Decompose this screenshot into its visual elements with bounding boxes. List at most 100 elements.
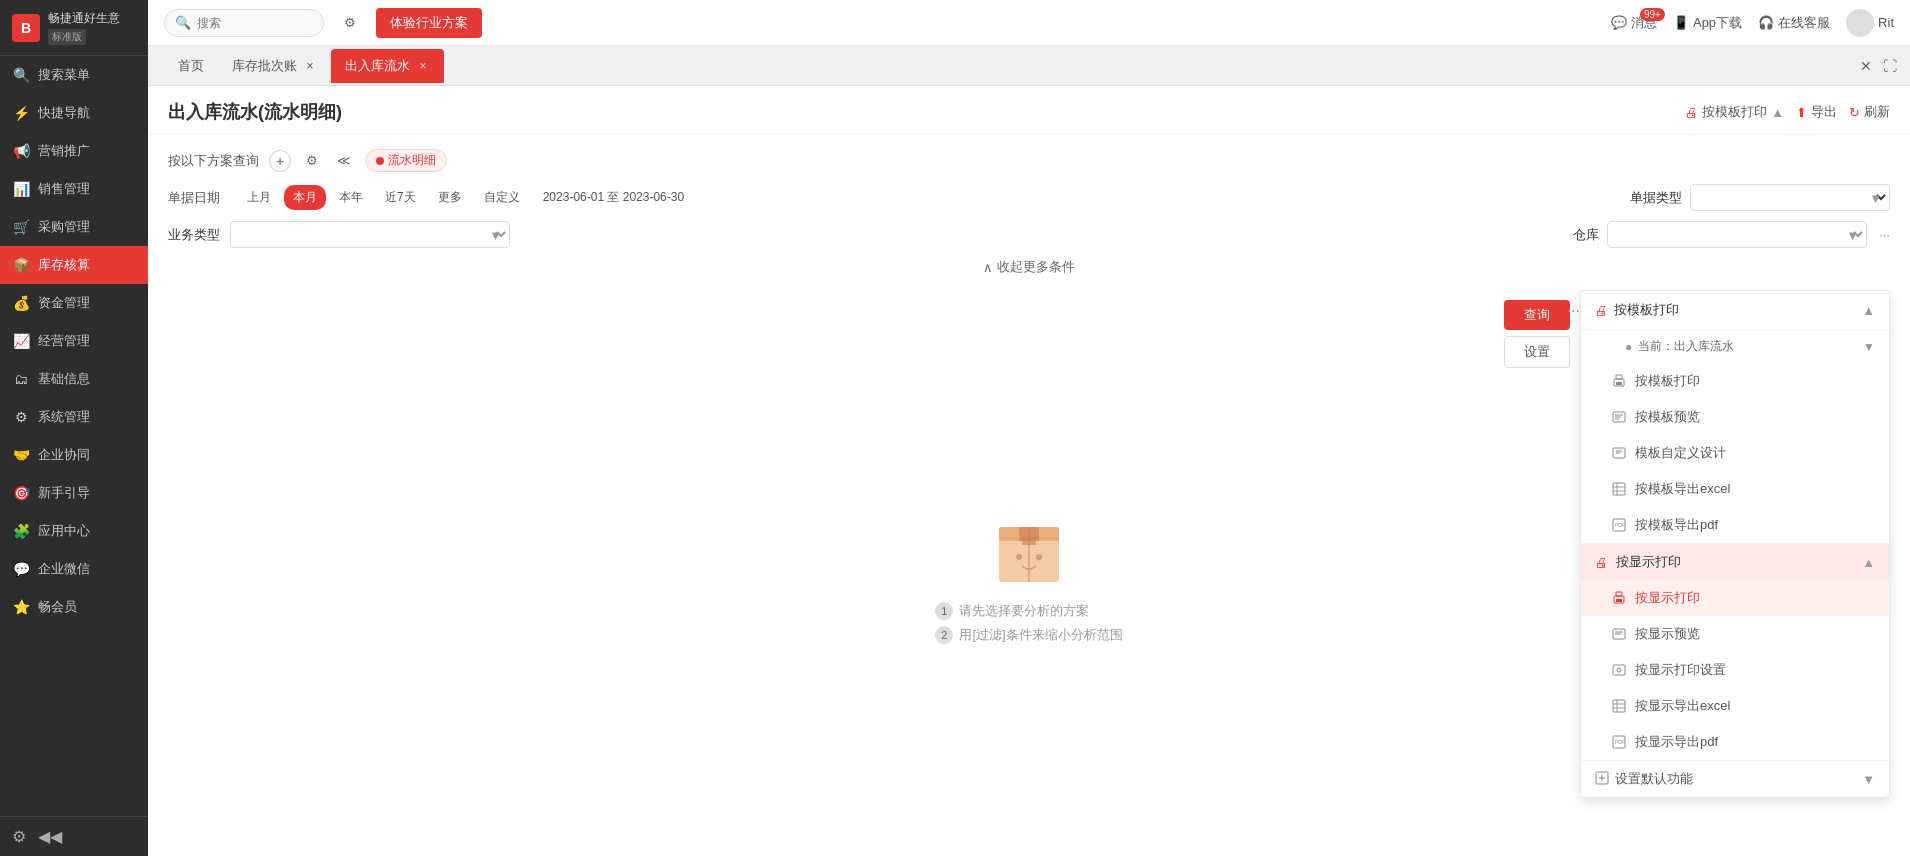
export-button[interactable]: ⬆ 导出: [1796, 103, 1837, 121]
last-7-days-button[interactable]: 近7天: [376, 185, 425, 210]
template-print-label: 按模板打印: [1702, 103, 1767, 121]
message-count: 99+: [1640, 8, 1665, 21]
this-year-button[interactable]: 本年: [330, 185, 372, 210]
online-service-link[interactable]: 🎧 在线客服: [1758, 14, 1830, 32]
tab-flow[interactable]: 出入库流水 ×: [331, 49, 444, 83]
display-excel-item[interactable]: 按显示导出excel: [1581, 688, 1889, 724]
sidebar-item-system[interactable]: ⚙ 系统管理: [0, 398, 148, 436]
tab-home[interactable]: 首页: [164, 49, 218, 83]
settings-icon[interactable]: ⚙: [12, 827, 26, 846]
sidebar-item-vip[interactable]: ⭐ 畅会员: [0, 588, 148, 626]
display-print-header-content: 🖨 按显示打印: [1595, 553, 1681, 571]
query-button[interactable]: 查询: [1504, 300, 1570, 330]
sidebar: B 畅捷通好生意 标准版 🔍 搜索菜单 ⚡ 快捷导航 📢 营销推广 📊 销售管理…: [0, 0, 148, 856]
search-box[interactable]: 🔍: [164, 9, 324, 37]
solution-button[interactable]: 体验行业方案: [376, 8, 482, 38]
app-download-icon: 📱: [1673, 15, 1689, 30]
display-print-item[interactable]: 按显示打印: [1581, 580, 1889, 616]
warehouse-select[interactable]: [1607, 221, 1867, 248]
sidebar-item-sales[interactable]: 📊 销售管理: [0, 170, 148, 208]
expand-window-button[interactable]: ⛶: [1882, 58, 1898, 74]
warehouse-area: 仓库 ▼ ···: [1573, 221, 1890, 248]
filter-add-button[interactable]: +: [269, 150, 291, 172]
close-icon[interactable]: ×: [416, 59, 430, 73]
display-pdf-label: 按显示导出pdf: [1635, 733, 1718, 751]
collapse-icon[interactable]: ◀◀: [38, 827, 62, 846]
this-month-button[interactable]: 本月: [284, 185, 326, 210]
sidebar-item-inventory[interactable]: 📦 库存核算: [0, 246, 148, 284]
display-print-settings-item[interactable]: 按显示打印设置: [1581, 652, 1889, 688]
sidebar-item-marketing[interactable]: 📢 营销推广: [0, 132, 148, 170]
sidebar-item-label: 采购管理: [38, 218, 90, 236]
export-label: 导出: [1811, 103, 1837, 121]
dropdown-current-section: ● 当前：出入库流水 ▼: [1581, 330, 1889, 363]
biz-type-select[interactable]: [230, 221, 510, 248]
filter-settings-icon[interactable]: ⚙: [301, 150, 323, 172]
collapse-button[interactable]: ∧ 收起更多条件: [168, 258, 1890, 276]
sidebar-item-quick-nav[interactable]: ⚡ 快捷导航: [0, 94, 148, 132]
logo-name: 畅捷通好生意: [48, 10, 120, 27]
current-arrow-icon: ▼: [1863, 340, 1875, 354]
app-download-link[interactable]: 📱 App下载: [1673, 14, 1742, 32]
template-pdf-item[interactable]: PDF 按模板导出pdf: [1581, 507, 1889, 543]
sidebar-item-guide[interactable]: 🎯 新手引导: [0, 474, 148, 512]
more-options-icon[interactable]: ···: [1567, 302, 1580, 320]
settings-gear-icon[interactable]: ⚙: [336, 9, 364, 37]
filter-tag[interactable]: 流水明细: [365, 149, 447, 172]
dropdown-footer[interactable]: 设置默认功能 ▼: [1581, 761, 1889, 797]
action-buttons-area: 查询 设置: [1504, 300, 1570, 368]
display-print-header[interactable]: 🖨 按显示打印 ▲: [1581, 544, 1889, 580]
filter-collapse-icon[interactable]: ≪: [333, 150, 355, 172]
tab-batch-account[interactable]: 库存批次账 ×: [218, 49, 331, 83]
print-header-icon: 🖨: [1595, 303, 1608, 318]
star-icon: ⭐: [12, 598, 30, 616]
pdf-icon: PDF: [1611, 517, 1627, 533]
svg-rect-29: [1613, 665, 1625, 675]
sidebar-item-collab[interactable]: 🤝 企业协同: [0, 436, 148, 474]
message-badge[interactable]: 💬 消息 99+: [1611, 14, 1657, 32]
hint-text-1: 请先选择要分析的方案: [959, 602, 1089, 620]
warehouse-label: 仓库: [1573, 226, 1599, 244]
collapse-label: 收起更多条件: [997, 258, 1075, 276]
print-icon: 🖨: [1685, 105, 1698, 120]
tab-batch-account-label: 库存批次账: [232, 57, 297, 75]
sidebar-item-label: 销售管理: [38, 180, 90, 198]
default-function-label: 设置默认功能: [1595, 770, 1693, 788]
template-preview-label: 按模板预览: [1635, 408, 1700, 426]
voucher-type-select[interactable]: [1690, 184, 1890, 211]
template-print-item[interactable]: 按模板打印: [1581, 363, 1889, 399]
sidebar-item-basic[interactable]: 🗂 基础信息: [0, 360, 148, 398]
search-input[interactable]: [197, 16, 297, 30]
sidebar-item-operations[interactable]: 📈 经营管理: [0, 322, 148, 360]
custom-date-button[interactable]: 自定义: [475, 185, 529, 210]
default-icon: [1595, 771, 1609, 788]
dropdown-header-arrow-icon[interactable]: ▲: [1862, 303, 1875, 318]
sidebar-item-label: 新手引导: [38, 484, 90, 502]
tab-batch-account-close[interactable]: ×: [303, 59, 317, 73]
template-custom-item[interactable]: 模板自定义设计: [1581, 435, 1889, 471]
sidebar-item-label: 库存核算: [38, 256, 90, 274]
tab-flow-close[interactable]: ×: [416, 59, 430, 73]
sidebar-item-wechat[interactable]: 💬 企业微信: [0, 550, 148, 588]
close-window-button[interactable]: ✕: [1858, 58, 1874, 74]
handshake-icon: 🤝: [12, 446, 30, 464]
warehouse-more-icon[interactable]: ···: [1879, 227, 1890, 242]
column-settings-button[interactable]: 设置: [1504, 336, 1570, 368]
sidebar-item-purchase[interactable]: 🛒 采购管理: [0, 208, 148, 246]
sidebar-item-app-center[interactable]: 🧩 应用中心: [0, 512, 148, 550]
display-pdf-item[interactable]: PDF 按显示导出pdf: [1581, 724, 1889, 760]
user-avatar-area[interactable]: Rit: [1846, 9, 1894, 37]
sidebar-item-finance[interactable]: 💰 资金管理: [0, 284, 148, 322]
close-icon[interactable]: ×: [303, 59, 317, 73]
more-date-button[interactable]: 更多: [429, 185, 471, 210]
prev-month-button[interactable]: 上月: [238, 185, 280, 210]
default-function-text: 设置默认功能: [1615, 770, 1693, 788]
template-preview-item[interactable]: 按模板预览: [1581, 399, 1889, 435]
template-excel-item[interactable]: 按模板导出excel: [1581, 471, 1889, 507]
display-preview-item[interactable]: 按显示预览: [1581, 616, 1889, 652]
topbar: 🔍 ⚙ 体验行业方案 💬 消息 99+ 📱 App下载 🎧 在线客服 Rit: [148, 0, 1910, 46]
template-print-button[interactable]: 🖨 按模板打印 ▲: [1685, 103, 1784, 121]
refresh-button[interactable]: ↻ 刷新: [1849, 103, 1890, 121]
logo-tag: 标准版: [48, 29, 86, 45]
sidebar-item-search[interactable]: 🔍 搜索菜单: [0, 56, 148, 94]
